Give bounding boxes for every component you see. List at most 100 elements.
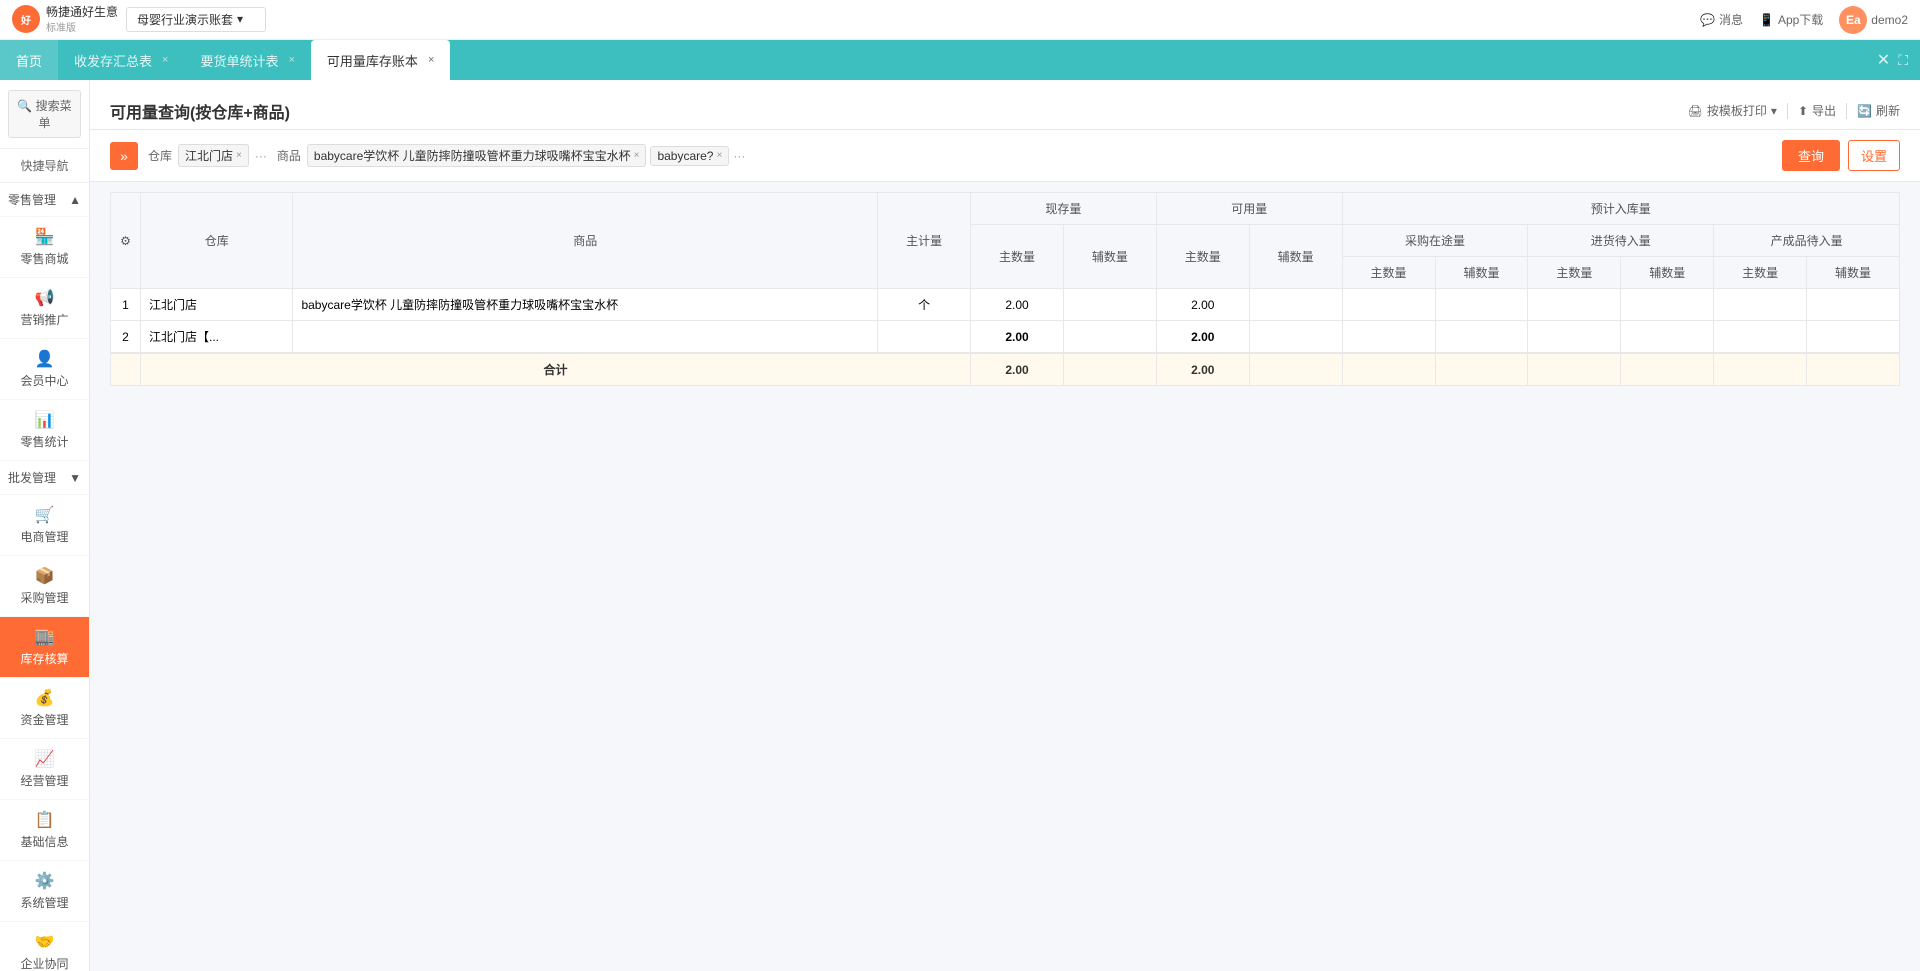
nav-close-btn[interactable]: ✕ xyxy=(1877,50,1890,70)
sidebar-item-label: 营销推广 xyxy=(20,311,68,328)
row-purchase-transit-main xyxy=(1342,289,1435,321)
print-btn[interactable]: 🖨 按模板打印 ▾ xyxy=(1688,102,1777,119)
sidebar-item-ecommerce[interactable]: 🛒 电商管理 xyxy=(0,495,89,556)
footer-product-main xyxy=(1714,353,1807,386)
warehouse-label: 仓库 xyxy=(148,147,172,164)
refresh-btn[interactable]: 🔄 刷新 xyxy=(1857,102,1900,119)
basic-icon: 📋 xyxy=(35,810,55,830)
tab-collect[interactable]: 收发存汇总表 × xyxy=(58,40,184,80)
tab-available[interactable]: 可用量库存账本 × xyxy=(311,40,450,80)
th-arrival-aux: 辅数量 xyxy=(1621,257,1714,289)
tab-available-close[interactable]: × xyxy=(428,54,434,66)
divider2 xyxy=(1846,103,1847,119)
product-tag-2-close[interactable]: × xyxy=(716,150,722,161)
search-icon: 🔍 xyxy=(17,99,32,113)
table-row: 1 江北门店 babycare学饮杯 儿童防摔防撞吸管杯重力球吸嘴杯宝宝水杯 个… xyxy=(111,289,1900,321)
sidebar: 🔍 搜索菜单 快捷导航 零售管理 ▲ 🏪 零售商城 📢 营销推广 👤 会员中心 … xyxy=(0,80,90,971)
row-no: 2 xyxy=(111,321,141,354)
sidebar-item-label: 资金管理 xyxy=(20,711,68,728)
row-avail-main: 2.00 xyxy=(1156,321,1249,354)
logo-icon: 好 xyxy=(12,5,40,33)
settings-btn[interactable]: 设置 xyxy=(1848,140,1900,171)
table-footer: 合计 2.00 2.00 xyxy=(111,353,1900,386)
sidebar-item-marketing[interactable]: 📢 营销推广 xyxy=(0,278,89,339)
th-avail-aux: 辅数量 xyxy=(1249,225,1342,289)
sidebar-item-label: 电商管理 xyxy=(20,528,68,545)
filter-actions: 查询 设置 xyxy=(1782,140,1900,171)
sidebar-item-member[interactable]: 👤 会员中心 xyxy=(0,339,89,400)
product-tag-1-close[interactable]: × xyxy=(634,150,640,161)
industry-select[interactable]: 母婴行业演示账套 ▾ xyxy=(126,7,266,32)
print-label: 按模板打印 xyxy=(1707,102,1767,119)
sidebar-item-retail-shop[interactable]: 🏪 零售商城 xyxy=(0,217,89,278)
chevron-icon: ▲ xyxy=(69,193,81,207)
tab-collect-close[interactable]: × xyxy=(162,54,168,66)
row-current-aux xyxy=(1063,321,1156,354)
tab-home[interactable]: 首页 xyxy=(0,40,58,80)
th-unit: 主计量 xyxy=(878,193,971,289)
row-purchase-transit-main xyxy=(1342,321,1435,354)
product-filter: 商品 babycare学饮杯 儿童防摔防撞吸管杯重力球吸嘴杯宝宝水杯 × bab… xyxy=(277,144,745,167)
quick-nav-btn[interactable]: 快捷导航 xyxy=(0,149,89,183)
sidebar-item-basic[interactable]: 📋 基础信息 xyxy=(0,800,89,861)
industry-select-label: 母婴行业演示账套 xyxy=(137,11,233,28)
row-warehouse: 江北门店 xyxy=(141,289,293,321)
filter-toggle-btn[interactable]: » xyxy=(110,142,138,170)
sidebar-item-retail-mgmt[interactable]: 零售管理 ▲ xyxy=(0,183,89,217)
sidebar-item-label: 会员中心 xyxy=(20,372,68,389)
sidebar-item-purchase[interactable]: 📦 采购管理 xyxy=(0,556,89,617)
app-download-btn[interactable]: 📱 App下载 xyxy=(1759,11,1823,28)
row-avail-aux xyxy=(1249,289,1342,321)
row-product-main xyxy=(1714,321,1807,354)
tab-order-close[interactable]: × xyxy=(288,54,294,66)
ecommerce-icon: 🛒 xyxy=(35,505,55,525)
logo-sub: 标准版 xyxy=(46,19,118,34)
nav-expand-btn[interactable]: ⛶ xyxy=(1898,52,1908,69)
sidebar-item-wholesale-mgmt[interactable]: 批发管理 ▼ xyxy=(0,461,89,495)
enterprise-icon: 🤝 xyxy=(35,932,55,952)
chevron-icon: ▼ xyxy=(69,471,81,485)
footer-avail-aux xyxy=(1249,353,1342,386)
nav-tabs: 首页 收发存汇总表 × 要货单统计表 × 可用量库存账本 × ✕ ⛶ xyxy=(0,40,1920,80)
message-btn[interactable]: 💬 消息 xyxy=(1700,11,1743,28)
row-warehouse: 江北门店【... xyxy=(141,321,293,354)
row-purchase-transit-aux xyxy=(1435,321,1528,354)
export-btn[interactable]: ⬆ 导出 xyxy=(1798,102,1836,119)
warehouse-tag-close[interactable]: × xyxy=(236,150,242,161)
footer-arrival-aux xyxy=(1621,353,1714,386)
row-product: babycare学饮杯 儿童防摔防撞吸管杯重力球吸嘴杯宝宝水杯 xyxy=(293,289,878,321)
th-forecast-in: 预计入库量 xyxy=(1342,193,1899,225)
th-product: 商品 xyxy=(293,193,878,289)
th-current-stock: 现存量 xyxy=(971,193,1157,225)
chevron-down-icon: ▾ xyxy=(1771,104,1777,118)
search-menu-btn[interactable]: 🔍 搜索菜单 xyxy=(8,90,81,138)
top-bar: 好 畅捷通好生意 标准版 母婴行业演示账套 ▾ 💬 消息 📱 App下载 Ea … xyxy=(0,0,1920,40)
product-tags: babycare学饮杯 儿童防摔防撞吸管杯重力球吸嘴杯宝宝水杯 × babyca… xyxy=(307,144,745,167)
th-current-aux: 辅数量 xyxy=(1063,225,1156,289)
tab-order[interactable]: 要货单统计表 × xyxy=(184,40,310,80)
print-icon: 🖨 xyxy=(1688,104,1703,118)
warehouse-more[interactable]: ··· xyxy=(255,149,267,163)
filter-bar: » 仓库 江北门店 × ··· 商品 babycare学饮杯 儿童防摔防撞吸管杯… xyxy=(90,130,1920,182)
sidebar-item-enterprise[interactable]: 🤝 企业协同 xyxy=(0,922,89,971)
divider xyxy=(1787,103,1788,119)
row-unit xyxy=(878,321,971,354)
product-tag-2: babycare? × xyxy=(650,146,729,166)
product-more[interactable]: ··· xyxy=(733,149,745,163)
sidebar-item-inventory[interactable]: 🏬 库存核算 xyxy=(0,617,89,678)
sidebar-item-label: 企业协同 xyxy=(20,955,68,971)
footer-purchase-transit-aux xyxy=(1435,353,1528,386)
sidebar-item-label: 批发管理 xyxy=(8,469,56,486)
page-header-actions: 🖨 按模板打印 ▾ ⬆ 导出 🔄 刷新 xyxy=(1688,102,1900,119)
query-btn[interactable]: 查询 xyxy=(1782,140,1840,171)
warehouse-tag-label: 江北门店 xyxy=(185,147,233,164)
table-container: ⚙ 仓库 商品 主计量 现存量 可用量 预计入库量 主数量 辅数量 主数量 辅数… xyxy=(90,182,1920,971)
th-purchase-transit-main: 主数量 xyxy=(1342,257,1435,289)
sidebar-item-retail-stats[interactable]: 📊 零售统计 xyxy=(0,400,89,461)
th-arrival-main: 主数量 xyxy=(1528,257,1621,289)
user-area[interactable]: Ea demo2 xyxy=(1839,6,1908,34)
sidebar-item-system[interactable]: ⚙️ 系统管理 xyxy=(0,861,89,922)
sidebar-item-finance[interactable]: 💰 资金管理 xyxy=(0,678,89,739)
sidebar-item-operations[interactable]: 📈 经营管理 xyxy=(0,739,89,800)
footer-product-aux xyxy=(1807,353,1900,386)
